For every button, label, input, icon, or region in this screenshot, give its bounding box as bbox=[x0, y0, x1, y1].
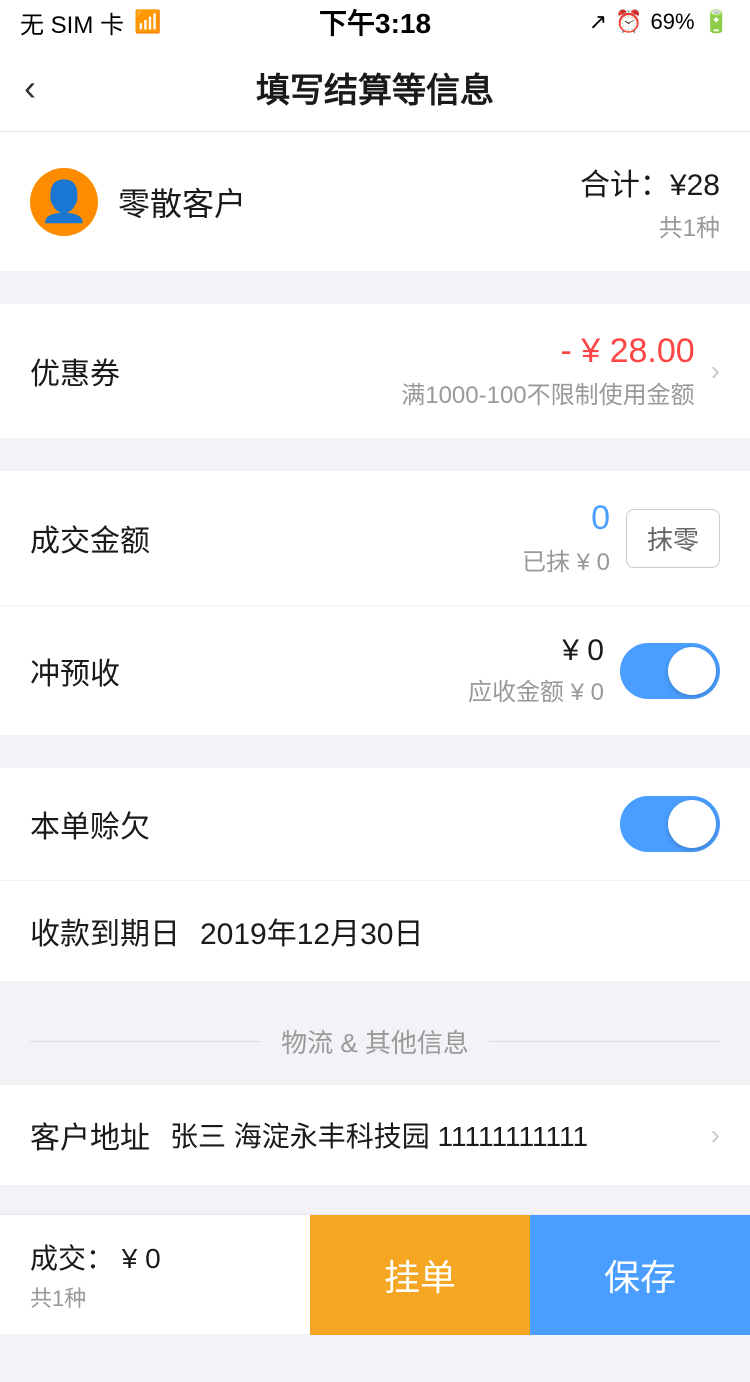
transaction-value: 0 bbox=[522, 499, 610, 538]
debt-row: 本单赊欠 bbox=[0, 768, 750, 881]
customer-avatar: 👤 bbox=[30, 168, 98, 236]
due-date-value: 2019年12月30日 bbox=[200, 909, 423, 953]
avatar-icon: 👤 bbox=[39, 178, 89, 225]
customer-name: 零散客户 bbox=[118, 179, 246, 225]
status-time: 下午3:18 bbox=[319, 2, 431, 42]
prepaid-receivable: 应收金额 ¥ 0 bbox=[468, 672, 604, 707]
coupon-content: - ¥ 28.00 满1000-100不限制使用金额 bbox=[401, 332, 694, 410]
round-zero-button[interactable]: 抹零 bbox=[626, 509, 720, 568]
customer-section: 👤 零散客户 合计：¥28 共1种 bbox=[0, 132, 750, 272]
prepaid-content: ¥ 0 应收金额 ¥ 0 bbox=[468, 634, 604, 707]
bottom-bar: 成交： ¥ 0 共1种 挂单 保存 bbox=[0, 1214, 750, 1334]
bottom-deal-row: 成交： ¥ 0 bbox=[30, 1237, 280, 1277]
alarm-icon: ⏰ bbox=[615, 9, 642, 35]
page-title: 填写结算等信息 bbox=[256, 63, 494, 112]
due-date-label: 收款到期日 bbox=[30, 909, 180, 953]
address-label: 客户地址 bbox=[30, 1113, 150, 1157]
divider-5 bbox=[0, 1069, 750, 1085]
location-icon: ↗ bbox=[589, 9, 607, 35]
status-left: 无 SIM 卡 📶 bbox=[20, 5, 161, 40]
total-amount: 合计：¥28 bbox=[580, 160, 720, 204]
coupon-chevron: › bbox=[711, 355, 720, 387]
save-button[interactable]: 保存 bbox=[530, 1215, 750, 1335]
logistics-separator: 物流 & 其他信息 bbox=[0, 1013, 750, 1069]
debt-toggle-knob bbox=[668, 800, 716, 848]
transaction-label: 成交金额 bbox=[30, 516, 150, 560]
address-section: 客户地址 张三 海淀永丰科技园 11111111111 › bbox=[0, 1085, 750, 1186]
divider-1 bbox=[0, 288, 750, 304]
carrier-label: 无 SIM 卡 bbox=[20, 5, 124, 40]
transaction-right: 0 已抹 ¥ 0 抹零 bbox=[522, 499, 720, 577]
debt-label: 本单赊欠 bbox=[30, 802, 150, 846]
coupon-amount: - ¥ 28.00 bbox=[401, 332, 694, 371]
coupon-right: - ¥ 28.00 满1000-100不限制使用金额 › bbox=[401, 332, 720, 410]
prepaid-amount: ¥ 0 bbox=[468, 634, 604, 668]
address-value: 张三 海淀永丰科技园 11111111111 bbox=[170, 1115, 711, 1155]
customer-row: 👤 零散客户 合计：¥28 共1种 bbox=[0, 132, 750, 272]
debt-toggle[interactable] bbox=[620, 796, 720, 852]
bottom-summary: 成交： ¥ 0 共1种 bbox=[0, 1237, 310, 1313]
deal-amount: ¥ 0 bbox=[122, 1243, 161, 1274]
coupon-section: 优惠券 - ¥ 28.00 满1000-100不限制使用金额 › bbox=[0, 304, 750, 439]
total-count: 共1种 bbox=[580, 208, 720, 243]
due-date-row: 收款到期日 2019年12月30日 bbox=[0, 881, 750, 981]
transaction-content: 0 已抹 ¥ 0 bbox=[522, 499, 610, 577]
coupon-row[interactable]: 优惠券 - ¥ 28.00 满1000-100不限制使用金额 › bbox=[0, 304, 750, 439]
debt-section: 本单赊欠 收款到期日 2019年12月30日 bbox=[0, 768, 750, 981]
prepaid-row: 冲预收 ¥ 0 应收金额 ¥ 0 bbox=[0, 606, 750, 736]
wifi-icon: 📶 bbox=[134, 9, 161, 35]
transaction-row: 成交金额 0 已抹 ¥ 0 抹零 bbox=[0, 471, 750, 606]
divider-2 bbox=[0, 455, 750, 471]
divider-4 bbox=[0, 997, 750, 1013]
back-icon: ‹ bbox=[24, 67, 36, 108]
logistics-label: 物流 & 其他信息 bbox=[261, 1023, 489, 1060]
status-right: ↗ ⏰ 69% 🔋 bbox=[589, 9, 730, 35]
customer-left: 👤 零散客户 bbox=[30, 168, 246, 236]
nav-bar: ‹ 填写结算等信息 bbox=[0, 44, 750, 132]
bottom-count: 共1种 bbox=[30, 1281, 280, 1313]
back-button[interactable]: ‹ bbox=[24, 67, 36, 109]
prepaid-right: ¥ 0 应收金额 ¥ 0 bbox=[468, 634, 720, 707]
pending-button[interactable]: 挂单 bbox=[310, 1215, 530, 1335]
prepaid-label: 冲预收 bbox=[30, 649, 120, 693]
customer-right: 合计：¥28 共1种 bbox=[580, 160, 720, 243]
address-chevron: › bbox=[711, 1119, 720, 1151]
divider-3 bbox=[0, 752, 750, 768]
transaction-rounded: 已抹 ¥ 0 bbox=[522, 542, 610, 577]
transaction-section: 成交金额 0 已抹 ¥ 0 抹零 冲预收 ¥ 0 应收金额 ¥ 0 bbox=[0, 471, 750, 736]
toggle-knob bbox=[668, 647, 716, 695]
content: 👤 零散客户 合计：¥28 共1种 优惠券 - ¥ 28.00 满1000-10… bbox=[0, 132, 750, 1382]
status-bar: 无 SIM 卡 📶 下午3:18 ↗ ⏰ 69% 🔋 bbox=[0, 0, 750, 44]
deal-label: 成交： bbox=[30, 1243, 114, 1274]
battery-label: 69% bbox=[651, 9, 695, 35]
address-row[interactable]: 客户地址 张三 海淀永丰科技园 11111111111 › bbox=[0, 1085, 750, 1186]
coupon-desc: 满1000-100不限制使用金额 bbox=[401, 375, 694, 410]
battery-icon: 🔋 bbox=[703, 9, 730, 35]
coupon-label: 优惠券 bbox=[30, 349, 120, 393]
prepaid-toggle[interactable] bbox=[620, 643, 720, 699]
